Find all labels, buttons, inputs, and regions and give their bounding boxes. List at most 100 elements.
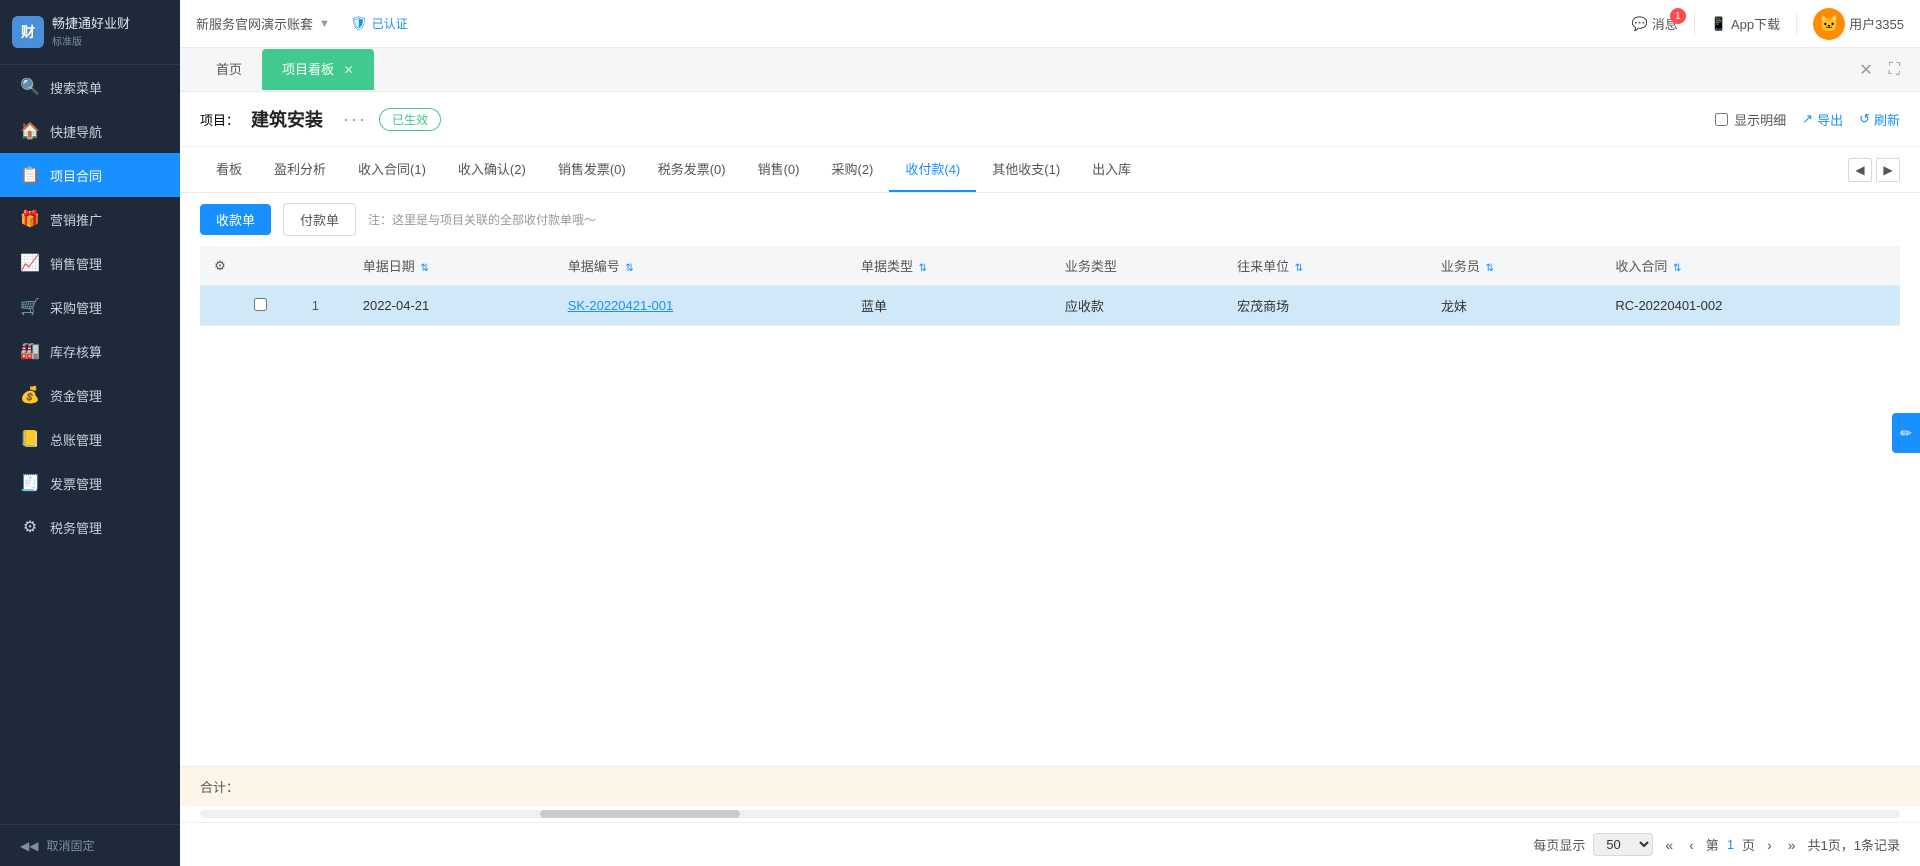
- export-button[interactable]: ↗ 导出: [1802, 110, 1843, 129]
- sidebar-item-label: 总账管理: [50, 430, 102, 449]
- first-page-button[interactable]: «: [1661, 835, 1677, 855]
- last-page-button[interactable]: »: [1784, 835, 1800, 855]
- sub-tab-receipt[interactable]: 收付款(4): [889, 147, 976, 192]
- show-detail-checkbox[interactable]: 显示明细: [1715, 110, 1786, 129]
- show-detail-input[interactable]: [1715, 113, 1728, 126]
- th-number[interactable]: 单据编号 ⇅: [556, 246, 849, 286]
- current-page: 1: [1727, 837, 1734, 852]
- sidebar-item-fund-mgmt[interactable]: 💰 资金管理: [0, 373, 180, 417]
- app-info: 畅捷通好业财 标准版: [52, 16, 130, 48]
- sub-tab-sales[interactable]: 销售(0): [742, 147, 816, 192]
- sidebar-item-label: 资金管理: [50, 386, 102, 405]
- more-options-button[interactable]: ···: [343, 109, 367, 130]
- sub-tab-prev-button[interactable]: ◀: [1848, 158, 1872, 182]
- sidebar-item-marketing[interactable]: 🎁营销推广: [0, 197, 180, 241]
- purchase-mgmt-icon: 🛒: [20, 297, 40, 317]
- sub-tab-purchase[interactable]: 采购(2): [815, 147, 889, 192]
- sub-tab-income-confirm[interactable]: 收入确认(2): [442, 147, 542, 192]
- scrollbar-thumb[interactable]: [540, 810, 740, 818]
- next-page-button[interactable]: ›: [1763, 835, 1776, 855]
- th-type[interactable]: 单据类型 ⇅: [849, 246, 1053, 286]
- page-label: 第: [1706, 835, 1719, 854]
- sidebar-item-label: 库存核算: [50, 342, 102, 361]
- td-type: 蓝单: [849, 286, 1053, 326]
- th-partner[interactable]: 往来单位 ⇅: [1225, 246, 1429, 286]
- sub-tab-profit[interactable]: 盈利分析: [258, 147, 342, 192]
- pagination: 每页显示 50 100 200 « ‹ 第 1 页 › » 共1页，1条记录: [180, 822, 1920, 866]
- sidebar-item-sales-mgmt[interactable]: 📈销售管理: [0, 241, 180, 285]
- footer-label: 合计：: [200, 777, 239, 796]
- payment-btn[interactable]: 付款单: [283, 203, 356, 236]
- td-salesperson: 龙妹: [1429, 286, 1603, 326]
- tab-close-button[interactable]: ✕: [1855, 56, 1876, 84]
- sidebar-footer[interactable]: ◀◀ 取消固定: [0, 824, 180, 866]
- search-icon: 🔍: [20, 77, 40, 97]
- fund-mgmt-icon: 💰: [20, 385, 40, 405]
- td-biz-type: 应收款: [1053, 286, 1225, 326]
- th-settings[interactable]: ⚙: [200, 246, 240, 286]
- app-download-button[interactable]: 📱 App下载: [1711, 14, 1780, 33]
- user-menu[interactable]: 🐱 用户3355: [1813, 8, 1904, 40]
- total-info: 共1页，1条记录: [1808, 835, 1900, 854]
- sidebar-item-purchase-mgmt[interactable]: 🛒采购管理: [0, 285, 180, 329]
- project-contract-icon: 📋: [20, 165, 40, 185]
- sidebar-item-label: 税务管理: [50, 518, 102, 537]
- account-name: 新服务官网演示账套: [196, 14, 313, 33]
- sort-salesperson-icon: ⇅: [1486, 263, 1494, 274]
- sidebar-item-invoice-mgmt[interactable]: 🧾发票管理: [0, 461, 180, 505]
- message-button[interactable]: 💬 消息 1: [1632, 14, 1678, 33]
- top-bar: 新服务官网演示账套 ▼ 🛡 已认证 💬 消息 1 📱 App下载 🐱 用户335…: [180, 0, 1920, 48]
- sidebar-item-tax-mgmt[interactable]: ⚙税务管理: [0, 505, 180, 549]
- pin-icon: ◀◀: [20, 839, 38, 853]
- sidebar-item-search[interactable]: 🔍搜索菜单: [0, 65, 180, 109]
- page-size-select[interactable]: 50 100 200: [1593, 833, 1653, 856]
- account-selector[interactable]: 新服务官网演示账套 ▼: [196, 14, 330, 33]
- sub-tab-other-expense[interactable]: 其他收支(1): [976, 147, 1076, 192]
- td-settings: [200, 286, 240, 326]
- footer-bar: 合计：: [180, 766, 1920, 806]
- table-header-row: ⚙ 单据日期 ⇅ 单据编号 ⇅ 单据类型 ⇅ 业务类型 往来单位 ⇅ 业务员 ⇅…: [200, 246, 1900, 286]
- project-name: 建筑安装: [251, 106, 323, 132]
- app-name: 畅捷通好业财: [52, 16, 130, 33]
- tab-maximize-button[interactable]: ⛶: [1885, 56, 1904, 84]
- tab-home-label: 首页: [216, 62, 242, 77]
- prev-page-button[interactable]: ‹: [1685, 835, 1698, 855]
- content-toolbar: 收款单 付款单 注：这里是与项目关联的全部收付款单哦～: [180, 193, 1920, 246]
- table-body: 1 2022-04-21 SK-20220421-001 蓝单 应收款 宏茂商场…: [200, 286, 1900, 326]
- doc-number-link[interactable]: SK-20220421-001: [568, 298, 674, 313]
- floating-action-icon[interactable]: ✏: [1892, 413, 1920, 453]
- row-checkbox[interactable]: [254, 298, 267, 311]
- refresh-button[interactable]: ↺ 刷新: [1859, 110, 1900, 129]
- th-date[interactable]: 单据日期 ⇅: [351, 246, 556, 286]
- export-label: 导出: [1817, 110, 1843, 129]
- verified-badge: 🛡 已认证: [350, 15, 408, 32]
- td-income-contract: RC-20220401-002: [1603, 286, 1900, 326]
- td-checkbox[interactable]: [240, 286, 280, 326]
- sub-tab-next-button[interactable]: ▶: [1876, 158, 1900, 182]
- tab-home[interactable]: 首页: [196, 49, 262, 90]
- message-badge: 1: [1670, 8, 1686, 24]
- sub-tab-kanban[interactable]: 看板: [200, 147, 258, 192]
- sidebar-item-project-contract[interactable]: 📋项目合同: [0, 153, 180, 197]
- sidebar-header: 财 畅捷通好业财 标准版: [0, 0, 180, 65]
- table-wrapper: ⚙ 单据日期 ⇅ 单据编号 ⇅ 单据类型 ⇅ 业务类型 往来单位 ⇅ 业务员 ⇅…: [180, 246, 1920, 766]
- sub-tab-tax-invoice[interactable]: 税务发票(0): [642, 147, 742, 192]
- tab-close-icon[interactable]: ✕: [344, 63, 354, 77]
- receipt-btn[interactable]: 收款单: [200, 204, 271, 235]
- table-row[interactable]: 1 2022-04-21 SK-20220421-001 蓝单 应收款 宏茂商场…: [200, 286, 1900, 326]
- td-seq: 1: [280, 286, 351, 326]
- td-partner: 宏茂商场: [1225, 286, 1429, 326]
- tab-project-board[interactable]: 项目看板 ✕: [262, 49, 374, 90]
- sub-tabs-nav: ◀ ▶: [1848, 158, 1900, 182]
- sub-tab-sales-invoice[interactable]: 销售发票(0): [542, 147, 642, 192]
- sidebar-item-inventory[interactable]: 🏭库存核算: [0, 329, 180, 373]
- sub-tab-in-out[interactable]: 出入库: [1076, 147, 1147, 192]
- th-salesperson[interactable]: 业务员 ⇅: [1429, 246, 1603, 286]
- marketing-icon: 🎁: [20, 209, 40, 229]
- sub-tab-income-contract[interactable]: 收入合同(1): [342, 147, 442, 192]
- scrollbar-track[interactable]: [200, 810, 1900, 818]
- th-income-contract[interactable]: 收入合同 ⇅: [1603, 246, 1900, 286]
- td-number[interactable]: SK-20220421-001: [556, 286, 849, 326]
- sidebar-item-quick-nav[interactable]: 🏠快捷导航: [0, 109, 180, 153]
- sidebar-item-ledger-mgmt[interactable]: 📒总账管理: [0, 417, 180, 461]
